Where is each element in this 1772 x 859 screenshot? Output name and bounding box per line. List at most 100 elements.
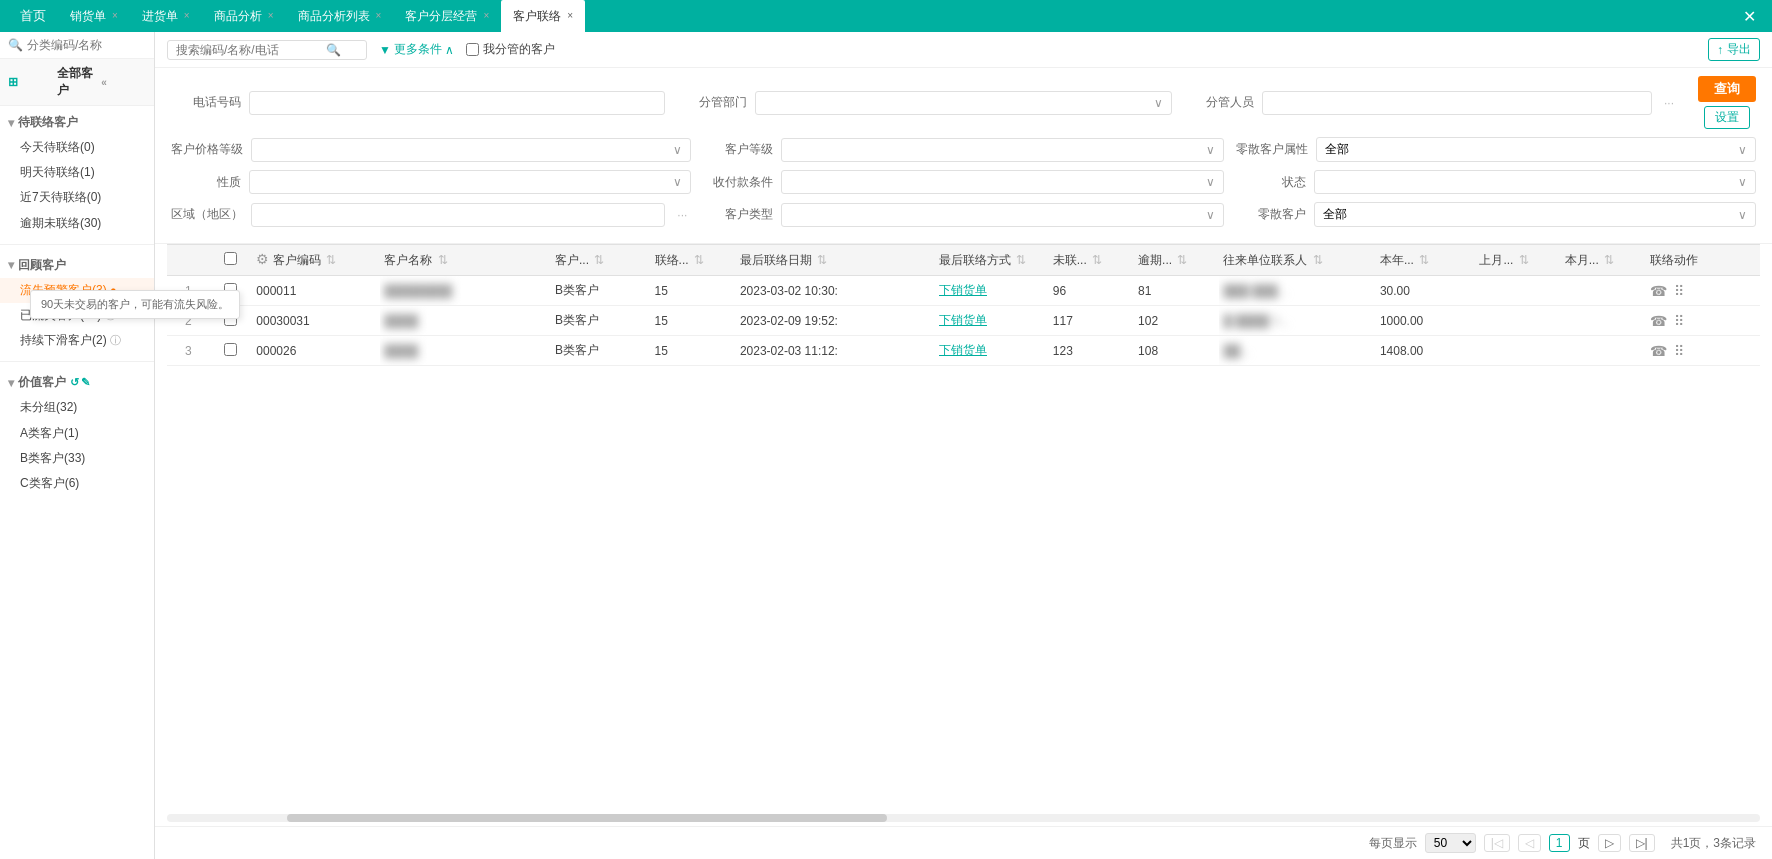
section-review-title[interactable]: ▾ 回顾客户 bbox=[0, 253, 154, 278]
region-input[interactable] bbox=[251, 203, 665, 227]
sort-icon[interactable]: ⇅ bbox=[1419, 253, 1429, 267]
customer-level-select[interactable]: ∨ bbox=[781, 138, 1223, 162]
field-phone: 电话号码 bbox=[171, 91, 665, 115]
way-link[interactable]: 下销货单 bbox=[939, 313, 987, 327]
export-button[interactable]: ↑ 导出 bbox=[1708, 38, 1760, 61]
tab-home[interactable]: 首页 bbox=[8, 0, 58, 32]
table-row: 2 00030031 ████ B类客户 15 2023-02-09 19:52… bbox=[167, 306, 1760, 336]
field-status: 状态 ∨ bbox=[1236, 170, 1756, 194]
sidebar-item-c-class[interactable]: C类客户(6) bbox=[0, 471, 154, 496]
edit-icon[interactable]: ✎ bbox=[81, 376, 90, 389]
col-year-header: 本年... ⇅ bbox=[1376, 245, 1476, 276]
status-select[interactable]: ∨ bbox=[1314, 170, 1756, 194]
main-search-input[interactable] bbox=[176, 43, 326, 57]
section-value-title[interactable]: ▾ 价值客户 ↺ ✎ bbox=[0, 370, 154, 395]
nature-label: 性质 bbox=[171, 174, 241, 191]
next-page-button[interactable]: ▷ bbox=[1598, 834, 1621, 852]
sort-icon[interactable]: ⇅ bbox=[326, 253, 336, 267]
close-icon[interactable]: × bbox=[376, 0, 382, 32]
sort-icon[interactable]: ⇅ bbox=[1016, 253, 1026, 267]
more-icon[interactable]: ··· bbox=[1660, 96, 1678, 110]
nature-select[interactable]: ∨ bbox=[249, 170, 691, 194]
sidebar-search-input[interactable] bbox=[27, 38, 146, 52]
sort-icon[interactable]: ⇅ bbox=[594, 253, 604, 267]
contact-icon[interactable]: ☎ bbox=[1650, 343, 1667, 359]
data-table: ⚙ 客户编码 ⇅ 客户名称 ⇅ 客户... ⇅ bbox=[167, 244, 1760, 366]
customer-type-select[interactable]: ∨ bbox=[781, 203, 1223, 227]
sort-icon[interactable]: ⇅ bbox=[694, 253, 704, 267]
sidebar-item-ungrouped[interactable]: 未分组(32) bbox=[0, 395, 154, 420]
sort-icon[interactable]: ⇅ bbox=[1604, 253, 1614, 267]
sort-icon[interactable]: ⇅ bbox=[1313, 253, 1323, 267]
manager-input[interactable] bbox=[1262, 91, 1652, 115]
tab-purchase[interactable]: 进货单 × bbox=[130, 0, 202, 32]
field-phone-label: 电话号码 bbox=[171, 94, 241, 111]
refresh-icon[interactable]: ↺ bbox=[70, 376, 79, 389]
select-all-checkbox[interactable] bbox=[224, 252, 237, 265]
sort-icon[interactable]: ⇅ bbox=[438, 253, 448, 267]
dept-select[interactable]: ∨ bbox=[755, 91, 1171, 115]
close-icon[interactable]: × bbox=[483, 0, 489, 32]
customer-type-label: 客户类型 bbox=[703, 206, 773, 223]
sidebar-item-overdue[interactable]: 逾期未联络(30) bbox=[0, 211, 154, 236]
sidebar-item-7days[interactable]: 近7天待联络(0) bbox=[0, 185, 154, 210]
scatter-select[interactable]: 全部 ∨ bbox=[1314, 202, 1756, 227]
field-payment: 收付款条件 ∨ bbox=[703, 170, 1223, 194]
sidebar-item-declining[interactable]: 持续下滑客户(2) ⓘ bbox=[0, 328, 154, 353]
my-customers-toggle[interactable]: 我分管的客户 bbox=[466, 41, 555, 58]
sidebar-all-customers[interactable]: ⊞ 全部客户 « bbox=[0, 59, 154, 106]
row-checkbox[interactable] bbox=[224, 343, 237, 356]
settings-col-icon[interactable]: ⚙ bbox=[256, 251, 269, 267]
first-page-button[interactable]: |◁ bbox=[1484, 834, 1510, 852]
window-close-button[interactable]: ✕ bbox=[1735, 7, 1764, 26]
close-icon[interactable]: × bbox=[184, 0, 190, 32]
sort-icon[interactable]: ⇅ bbox=[1177, 253, 1187, 267]
tab-sales[interactable]: 销货单 × bbox=[58, 0, 130, 32]
field-scatter-attr: 零散客户属性 全部 ∨ bbox=[1236, 137, 1756, 162]
section-pending-title[interactable]: ▾ 待联络客户 bbox=[0, 110, 154, 135]
chevron-down-icon: ∨ bbox=[1206, 208, 1215, 222]
sort-icon[interactable]: ⇅ bbox=[1519, 253, 1529, 267]
main-search-icon[interactable]: 🔍 bbox=[326, 43, 341, 57]
row-thismonth bbox=[1561, 276, 1646, 306]
price-level-select[interactable]: ∨ bbox=[251, 138, 691, 162]
sidebar-item-tomorrow[interactable]: 明天待联络(1) bbox=[0, 160, 154, 185]
horizontal-scrollbar[interactable] bbox=[167, 814, 1760, 822]
sidebar: 🔍 ⊞ 全部客户 « ▾ 待联络客户 今天待联络(0) 明天待联络(1) 近7天… bbox=[0, 32, 155, 859]
row-name: ████ bbox=[380, 306, 551, 336]
scatter-attr-select[interactable]: 全部 ∨ bbox=[1316, 137, 1756, 162]
more-actions-icon[interactable]: ⠿ bbox=[1674, 313, 1684, 329]
row-contact: 15 bbox=[651, 336, 736, 366]
sidebar-item-b-class[interactable]: B类客户(33) bbox=[0, 446, 154, 471]
collapse-icon[interactable]: « bbox=[101, 77, 146, 88]
row-code: 000011 bbox=[252, 276, 380, 306]
way-link[interactable]: 下销货单 bbox=[939, 283, 987, 297]
tab-analysis[interactable]: 商品分析 × bbox=[202, 0, 286, 32]
page-size-select[interactable]: 50 20 100 bbox=[1425, 833, 1476, 853]
my-customers-checkbox[interactable] bbox=[466, 43, 479, 56]
tab-customer-layer[interactable]: 客户分层经营 × bbox=[393, 0, 501, 32]
close-icon[interactable]: × bbox=[567, 0, 573, 32]
tab-customer-contact[interactable]: 客户联络 × bbox=[501, 0, 585, 32]
more-conditions-btn[interactable]: ▼ 更多条件 ∧ bbox=[379, 41, 454, 58]
settings-button[interactable]: 设置 bbox=[1704, 106, 1750, 129]
scroll-thumb[interactable] bbox=[287, 814, 887, 822]
more-actions-icon[interactable]: ⠿ bbox=[1674, 343, 1684, 359]
last-page-button[interactable]: ▷| bbox=[1629, 834, 1655, 852]
sort-icon[interactable]: ⇅ bbox=[817, 253, 827, 267]
way-link[interactable]: 下销货单 bbox=[939, 343, 987, 357]
tab-analysis-list[interactable]: 商品分析列表 × bbox=[286, 0, 394, 32]
sidebar-item-a-class[interactable]: A类客户(1) bbox=[0, 421, 154, 446]
query-button[interactable]: 查询 bbox=[1698, 76, 1756, 102]
phone-input[interactable] bbox=[249, 91, 665, 115]
payment-select[interactable]: ∨ bbox=[781, 170, 1223, 194]
contact-icon[interactable]: ☎ bbox=[1650, 313, 1667, 329]
prev-page-button[interactable]: ◁ bbox=[1518, 834, 1541, 852]
contact-icon[interactable]: ☎ bbox=[1650, 283, 1667, 299]
more-icon2[interactable]: ··· bbox=[673, 208, 691, 222]
more-actions-icon[interactable]: ⠿ bbox=[1674, 283, 1684, 299]
sidebar-item-today[interactable]: 今天待联络(0) bbox=[0, 135, 154, 160]
close-icon[interactable]: × bbox=[268, 0, 274, 32]
sort-icon[interactable]: ⇅ bbox=[1092, 253, 1102, 267]
close-icon[interactable]: × bbox=[112, 0, 118, 32]
